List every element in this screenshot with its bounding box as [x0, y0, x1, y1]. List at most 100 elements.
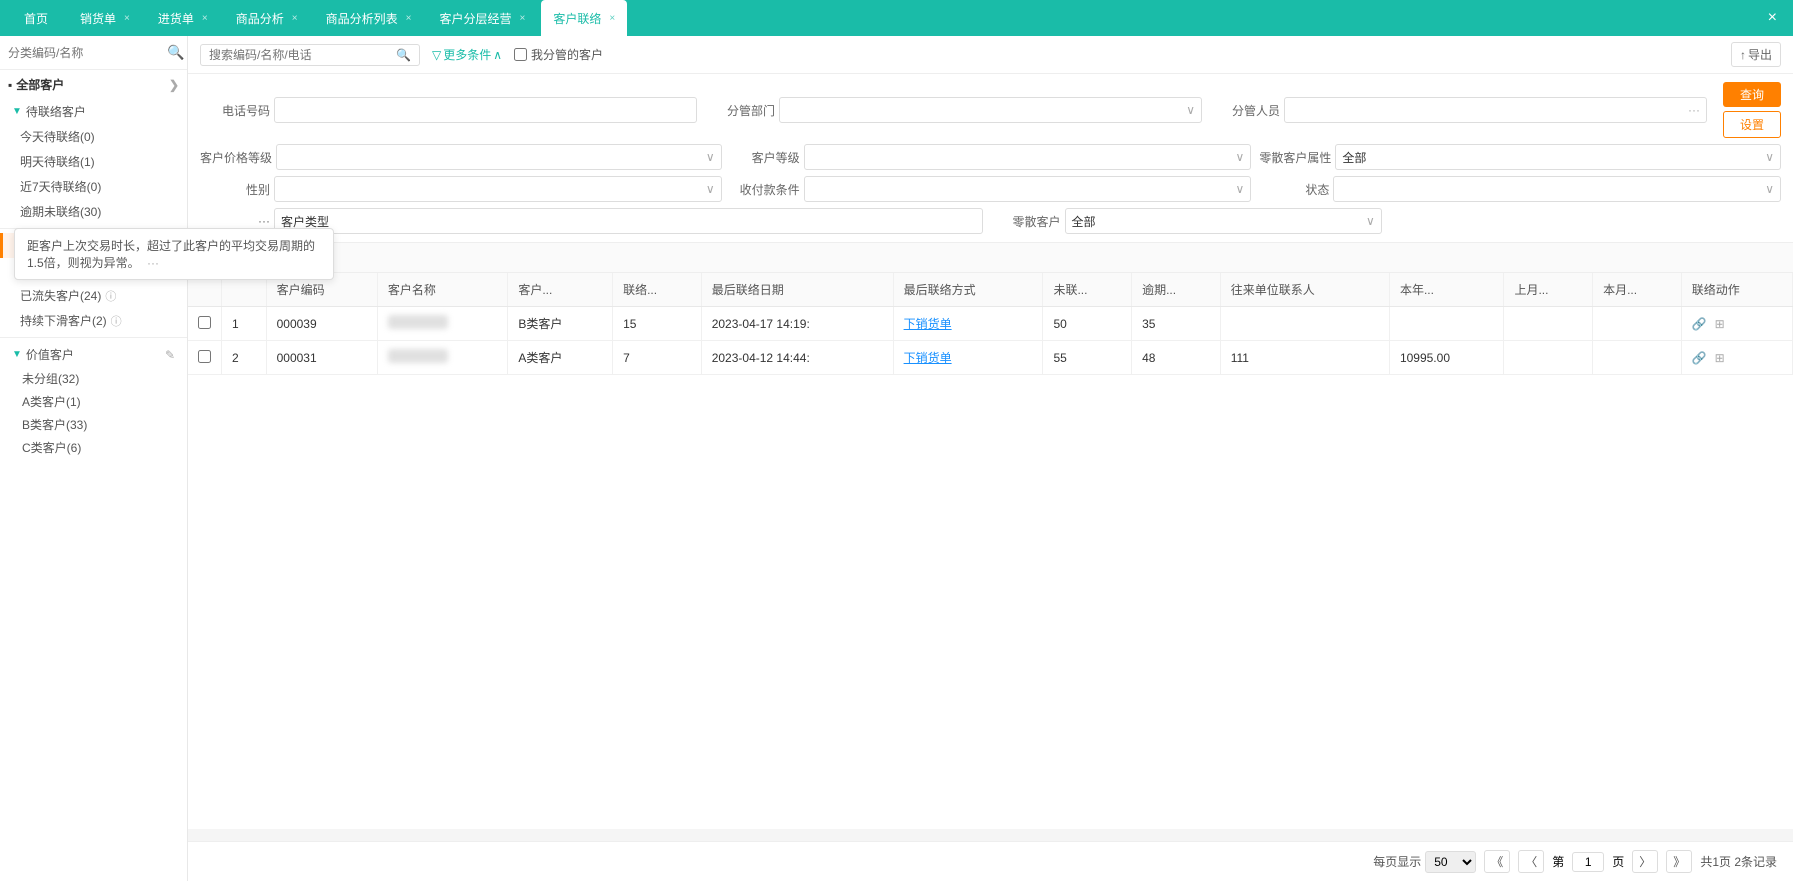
page-size-select[interactable]: 50 100 200	[1425, 851, 1476, 873]
close-customer-contact-tab[interactable]: ×	[609, 13, 615, 24]
payment-select[interactable]: ∨	[804, 176, 1252, 202]
tab-sales[interactable]: 销货单 ×	[68, 0, 142, 36]
field-price-level: 客户价格等级 ∨	[200, 144, 722, 170]
export-button[interactable]: ↑ 导出	[1731, 42, 1781, 67]
total-info: 共1页 2条记录	[1700, 853, 1777, 870]
edit-icon[interactable]: ✎	[165, 348, 175, 362]
tab-customer-contact[interactable]: 客户联络 ×	[541, 0, 627, 36]
sidebar-item-ungroup[interactable]: 未分组(32)	[0, 367, 187, 390]
col-name: 客户名称	[377, 273, 508, 307]
row-last-contact-method: 下销货单	[893, 307, 1043, 341]
sidebar-item-c-class[interactable]: C类客户(6)	[0, 436, 187, 459]
row-overdue: 35	[1132, 307, 1221, 341]
sidebar-item-declining[interactable]: 持续下滑客户(2) ⓘ	[0, 308, 187, 333]
close-product-analysis-tab[interactable]: ×	[292, 13, 298, 24]
tab-home[interactable]: 首页	[8, 0, 64, 36]
row-last-month	[1504, 341, 1593, 375]
filter-search-icon[interactable]: 🔍	[396, 48, 411, 62]
row-name	[377, 341, 508, 375]
setting-button[interactable]: 设置	[1723, 111, 1781, 138]
info-icon-3: ⓘ	[111, 313, 122, 329]
retail-attr-arrow: ∨	[1765, 150, 1774, 164]
sidebar-value-group[interactable]: ▼ 价值客户 ✎	[0, 342, 187, 367]
tooltip-more-icon[interactable]: ···	[147, 256, 159, 270]
filter-row-2: 客户价格等级 ∨ 客户等级 ∨ 零散客户属性 全部	[200, 144, 1781, 170]
row-customer-type: A类客户	[508, 341, 613, 375]
action-more-icon[interactable]: ⊞	[1715, 351, 1725, 365]
filter-search-input[interactable]	[209, 48, 392, 62]
sidebar-item-churned[interactable]: 已流失客户(24) ⓘ	[0, 283, 187, 308]
table-row: 2 000031 A类客户 7 2023-04-12 14:44: 下销货单 5…	[188, 341, 1793, 375]
retail-customer-select[interactable]: 全部 ∨	[1065, 208, 1382, 234]
price-level-select[interactable]: ∨	[276, 144, 722, 170]
row-uncontacted: 55	[1043, 341, 1132, 375]
sidebar-item-overdue[interactable]: 逾期未联络(30)	[0, 199, 187, 224]
more-filter-button[interactable]: ▽ 更多条件 ∧	[432, 46, 502, 63]
field-customer-level: 客户等级 ∨	[730, 144, 1252, 170]
close-customer-level-tab[interactable]: ×	[519, 13, 525, 24]
page-input[interactable]	[1572, 852, 1604, 872]
prev-page-button[interactable]: 〈	[1518, 850, 1544, 873]
payment-arrow: ∨	[1236, 182, 1245, 196]
sidebar-item-tomorrow[interactable]: 明天待联络(1)	[0, 149, 187, 174]
row-last-contact-date: 2023-04-12 14:44:	[701, 341, 893, 375]
table-row: 1 000039 B类客户 15 2023-04-17 14:19: 下销货单 …	[188, 307, 1793, 341]
page-label: 第	[1552, 853, 1564, 870]
my-customer-checkbox-label[interactable]: 我分管的客户	[514, 46, 603, 63]
row-current-year: 10995.00	[1389, 341, 1504, 375]
row-checkbox[interactable]	[198, 316, 211, 329]
tab-product-list[interactable]: 商品分析列表 ×	[314, 0, 424, 36]
last-page-button[interactable]: 》	[1666, 850, 1692, 873]
customer-level-select[interactable]: ∨	[804, 144, 1252, 170]
retail-attr-select[interactable]: 全部 ∨	[1335, 144, 1781, 170]
row-checkbox[interactable]	[198, 350, 211, 363]
status-select[interactable]: ∨	[1333, 176, 1781, 202]
contact-method-link[interactable]: 下销货单	[904, 351, 952, 365]
row-action: 🔗 ⊞	[1681, 341, 1792, 375]
pagination: 每页显示 50 100 200 《 〈 第 页 〉 》 共1页 2条记录	[188, 841, 1793, 881]
sidebar-search-input[interactable]	[8, 46, 163, 60]
row-code: 000031	[266, 341, 377, 375]
manager-select[interactable]: ···	[1284, 97, 1707, 123]
contact-method-link[interactable]: 下销货单	[904, 317, 952, 331]
sidebar-item-a-class[interactable]: A类客户(1)	[0, 390, 187, 413]
sidebar-item-today[interactable]: 今天待联络(0)	[0, 124, 187, 149]
row-contact-person: 111	[1220, 341, 1389, 375]
sidebar-item-b-class[interactable]: B类客户(33)	[0, 413, 187, 436]
action-link-icon[interactable]: 🔗	[1692, 351, 1707, 365]
sidebar-group-pending[interactable]: ▼ 待联络客户	[0, 99, 187, 124]
close-purchase-tab[interactable]: ×	[202, 13, 208, 24]
action-more-icon[interactable]: ⊞	[1715, 317, 1725, 331]
tab-purchase[interactable]: 进货单 ×	[146, 0, 220, 36]
sidebar-all-customers[interactable]: ▪ 全部客户 ❯	[0, 70, 187, 99]
close-sales-tab[interactable]: ×	[124, 13, 130, 24]
sidebar-search-icon[interactable]: 🔍	[167, 44, 184, 61]
next-page-button[interactable]: 〉	[1632, 850, 1658, 873]
field-payment: 收付款条件 ∨	[730, 176, 1252, 202]
page-suffix: 页	[1612, 853, 1624, 870]
my-customer-checkbox[interactable]	[514, 48, 527, 61]
customer-table: 客户编码 客户名称 客户... 联络... 最后联络日期 最后联络方式 未联..…	[188, 273, 1793, 375]
gender-select[interactable]: ∨	[274, 176, 722, 202]
tab-product-analysis[interactable]: 商品分析 ×	[224, 0, 310, 36]
more-filter-arrow: ∧	[493, 48, 502, 62]
tab-customer-level[interactable]: 客户分层经营 ×	[427, 0, 537, 36]
field-dept: 分管部门 ∨	[705, 97, 1202, 123]
sidebar-collapse-icon[interactable]: ❯	[169, 78, 179, 92]
per-page-label: 每页显示 50 100 200	[1373, 851, 1476, 873]
bottom-scrollbar[interactable]	[188, 829, 1793, 841]
first-page-button[interactable]: 《	[1484, 850, 1510, 873]
customer-type-select[interactable]: 客户类型	[274, 208, 983, 234]
close-window-button[interactable]: ×	[1760, 9, 1785, 27]
filter-bar: 🔍 ▽ 更多条件 ∧ 我分管的客户 ↑ 导出	[188, 36, 1793, 74]
close-product-list-tab[interactable]: ×	[406, 13, 412, 24]
row-uncontacted: 50	[1043, 307, 1132, 341]
query-button[interactable]: 查询	[1723, 82, 1781, 107]
phone-input[interactable]	[274, 97, 697, 123]
table-header: 客户编码 客户名称 客户... 联络... 最后联络日期 最后联络方式 未联..…	[188, 273, 1793, 307]
sidebar-item-7days[interactable]: 近7天待联络(0)	[0, 174, 187, 199]
row-code: 000039	[266, 307, 377, 341]
action-link-icon[interactable]: 🔗	[1692, 317, 1707, 331]
dept-select[interactable]: ∨	[779, 97, 1202, 123]
filter-row-4: ··· 客户类型 零散客户 全部 ∨	[200, 208, 1781, 234]
